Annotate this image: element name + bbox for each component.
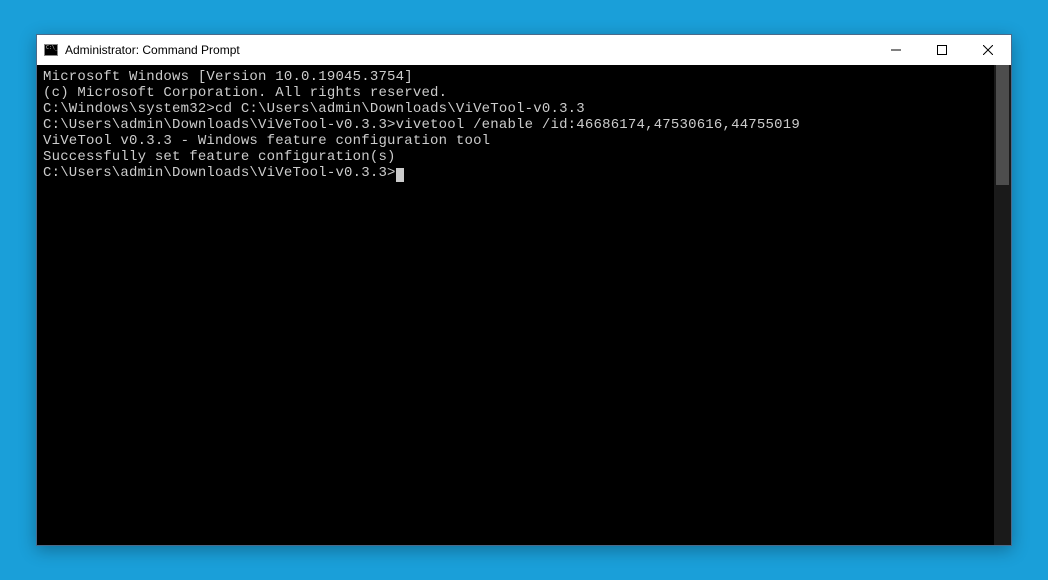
maximize-button[interactable] <box>919 35 965 65</box>
prompt: C:\Users\admin\Downloads\ViVeTool-v0.3.3… <box>43 117 396 133</box>
cmd-icon <box>43 42 59 58</box>
prompt: C:\Users\admin\Downloads\ViVeTool-v0.3.3… <box>43 165 396 181</box>
window-controls <box>873 35 1011 65</box>
window-title: Administrator: Command Prompt <box>65 43 240 57</box>
cursor <box>396 168 404 182</box>
minimize-button[interactable] <box>873 35 919 65</box>
command-prompt-window: Administrator: Command Prompt Microsoft <box>36 34 1012 546</box>
command-text: cd C:\Users\admin\Downloads\ViVeTool-v0.… <box>215 101 585 117</box>
maximize-icon <box>937 45 947 55</box>
prompt: C:\Windows\system32> <box>43 101 215 117</box>
close-button[interactable] <box>965 35 1011 65</box>
terminal-line: Successfully set feature configuration(s… <box>43 149 1005 165</box>
terminal-line: C:\Windows\system32>cd C:\Users\admin\Do… <box>43 101 1005 117</box>
titlebar[interactable]: Administrator: Command Prompt <box>37 35 1011 65</box>
command-text: vivetool /enable /id:46686174,47530616,4… <box>396 117 800 133</box>
terminal-line: C:\Users\admin\Downloads\ViVeTool-v0.3.3… <box>43 165 1005 181</box>
terminal-content: Microsoft Windows [Version 10.0.19045.37… <box>37 65 1011 185</box>
minimize-icon <box>891 45 901 55</box>
scrollbar[interactable] <box>994 65 1011 545</box>
terminal-line: (c) Microsoft Corporation. All rights re… <box>43 85 1005 101</box>
scrollbar-thumb[interactable] <box>996 65 1009 185</box>
terminal-area[interactable]: Microsoft Windows [Version 10.0.19045.37… <box>37 65 1011 545</box>
terminal-line: Microsoft Windows [Version 10.0.19045.37… <box>43 69 1005 85</box>
terminal-line: C:\Users\admin\Downloads\ViVeTool-v0.3.3… <box>43 117 1005 133</box>
terminal-line: ViVeTool v0.3.3 - Windows feature config… <box>43 133 1005 149</box>
close-icon <box>983 45 993 55</box>
